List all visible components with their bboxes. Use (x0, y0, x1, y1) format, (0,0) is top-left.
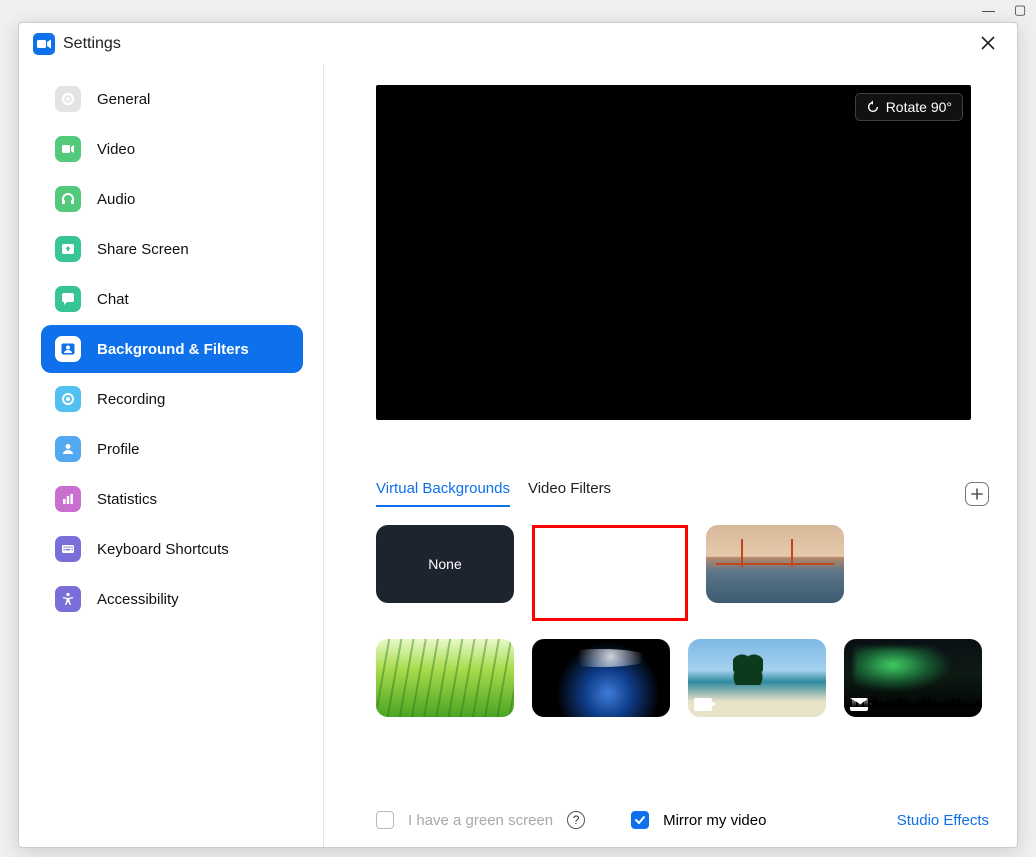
studio-effects-link[interactable]: Studio Effects (897, 812, 989, 829)
sidebar-item-audio[interactable]: Audio (41, 175, 303, 223)
sidebar-item-label: Audio (97, 191, 135, 208)
accessibility-icon (55, 586, 81, 612)
sidebar-item-label: Accessibility (97, 591, 179, 608)
keyboard-icon (55, 536, 81, 562)
main-panel: Rotate 90° Virtual Backgrounds Video Fil… (324, 65, 1017, 847)
background-aurora-video[interactable] (844, 639, 982, 717)
sidebar-item-label: Keyboard Shortcuts (97, 541, 229, 558)
os-minimize-icon[interactable]: — (982, 3, 994, 18)
rotate-button[interactable]: Rotate 90° (855, 93, 963, 121)
sidebar-item-label: Background & Filters (97, 341, 249, 358)
chat-icon (55, 286, 81, 312)
settings-dialog: Settings General Video Audio Share Scree… (18, 22, 1018, 848)
help-icon[interactable]: ? (567, 811, 585, 829)
rotate-label: Rotate 90° (886, 99, 952, 115)
background-grass[interactable] (376, 639, 514, 717)
sidebar-item-share-screen[interactable]: Share Screen (41, 225, 303, 273)
sidebar-item-background-filters[interactable]: Background & Filters (41, 325, 303, 373)
mirror-video-label: Mirror my video (663, 812, 766, 829)
record-icon (55, 386, 81, 412)
sidebar-item-recording[interactable]: Recording (41, 375, 303, 423)
video-icon (55, 136, 81, 162)
settings-sidebar: General Video Audio Share Screen Chat Ba… (19, 65, 324, 847)
headphones-icon (55, 186, 81, 212)
sidebar-item-statistics[interactable]: Statistics (41, 475, 303, 523)
os-window-controls: — ▢ (982, 0, 1026, 20)
background-beach-video[interactable] (688, 639, 826, 717)
dialog-title: Settings (63, 35, 121, 53)
sidebar-item-profile[interactable]: Profile (41, 425, 303, 473)
mirror-video-checkbox[interactable] (631, 811, 649, 829)
profile-icon (55, 436, 81, 462)
tabs-row: Virtual Backgrounds Video Filters (376, 480, 989, 507)
check-icon (634, 814, 646, 826)
footer-row: I have a green screen ? Mirror my video … (376, 799, 989, 829)
sidebar-item-chat[interactable]: Chat (41, 275, 303, 323)
rotate-icon (866, 100, 880, 114)
background-none-label: None (428, 556, 461, 572)
sidebar-item-video[interactable]: Video (41, 125, 303, 173)
background-none[interactable]: None (376, 525, 514, 603)
background-golden-gate-bridge[interactable] (706, 525, 844, 603)
video-badge-icon (850, 698, 868, 711)
sidebar-item-accessibility[interactable]: Accessibility (41, 575, 303, 623)
titlebar: Settings (19, 23, 1017, 65)
background-blur-label: Blur (598, 564, 623, 580)
person-card-icon (55, 336, 81, 362)
zoom-app-icon (33, 33, 55, 55)
video-preview: Rotate 90° (376, 85, 971, 420)
stats-icon (55, 486, 81, 512)
gear-icon (55, 86, 81, 112)
tab-virtual-backgrounds[interactable]: Virtual Backgrounds (376, 480, 510, 507)
background-blur-highlight[interactable]: Blur (532, 525, 688, 621)
sidebar-item-keyboard-shortcuts[interactable]: Keyboard Shortcuts (41, 525, 303, 573)
backgrounds-grid: None Blur (376, 525, 989, 717)
sidebar-item-label: Statistics (97, 491, 157, 508)
sidebar-item-label: Chat (97, 291, 129, 308)
plus-icon (971, 488, 983, 500)
sidebar-item-label: Recording (97, 391, 165, 408)
add-background-button[interactable] (965, 482, 989, 506)
background-earth-from-space[interactable] (532, 639, 670, 717)
green-screen-label: I have a green screen (408, 812, 553, 829)
os-maximize-icon[interactable]: ▢ (1014, 2, 1026, 18)
tab-video-filters[interactable]: Video Filters (528, 480, 611, 507)
close-icon (981, 36, 995, 50)
sidebar-item-label: Profile (97, 441, 140, 458)
share-screen-icon (55, 236, 81, 262)
green-screen-checkbox[interactable] (376, 811, 394, 829)
close-button[interactable] (973, 30, 1003, 59)
background-blur: Blur (598, 564, 623, 582)
sidebar-item-label: General (97, 91, 150, 108)
video-badge-icon (694, 698, 712, 711)
sidebar-item-general[interactable]: General (41, 75, 303, 123)
sidebar-item-label: Share Screen (97, 241, 189, 258)
sidebar-item-label: Video (97, 141, 135, 158)
